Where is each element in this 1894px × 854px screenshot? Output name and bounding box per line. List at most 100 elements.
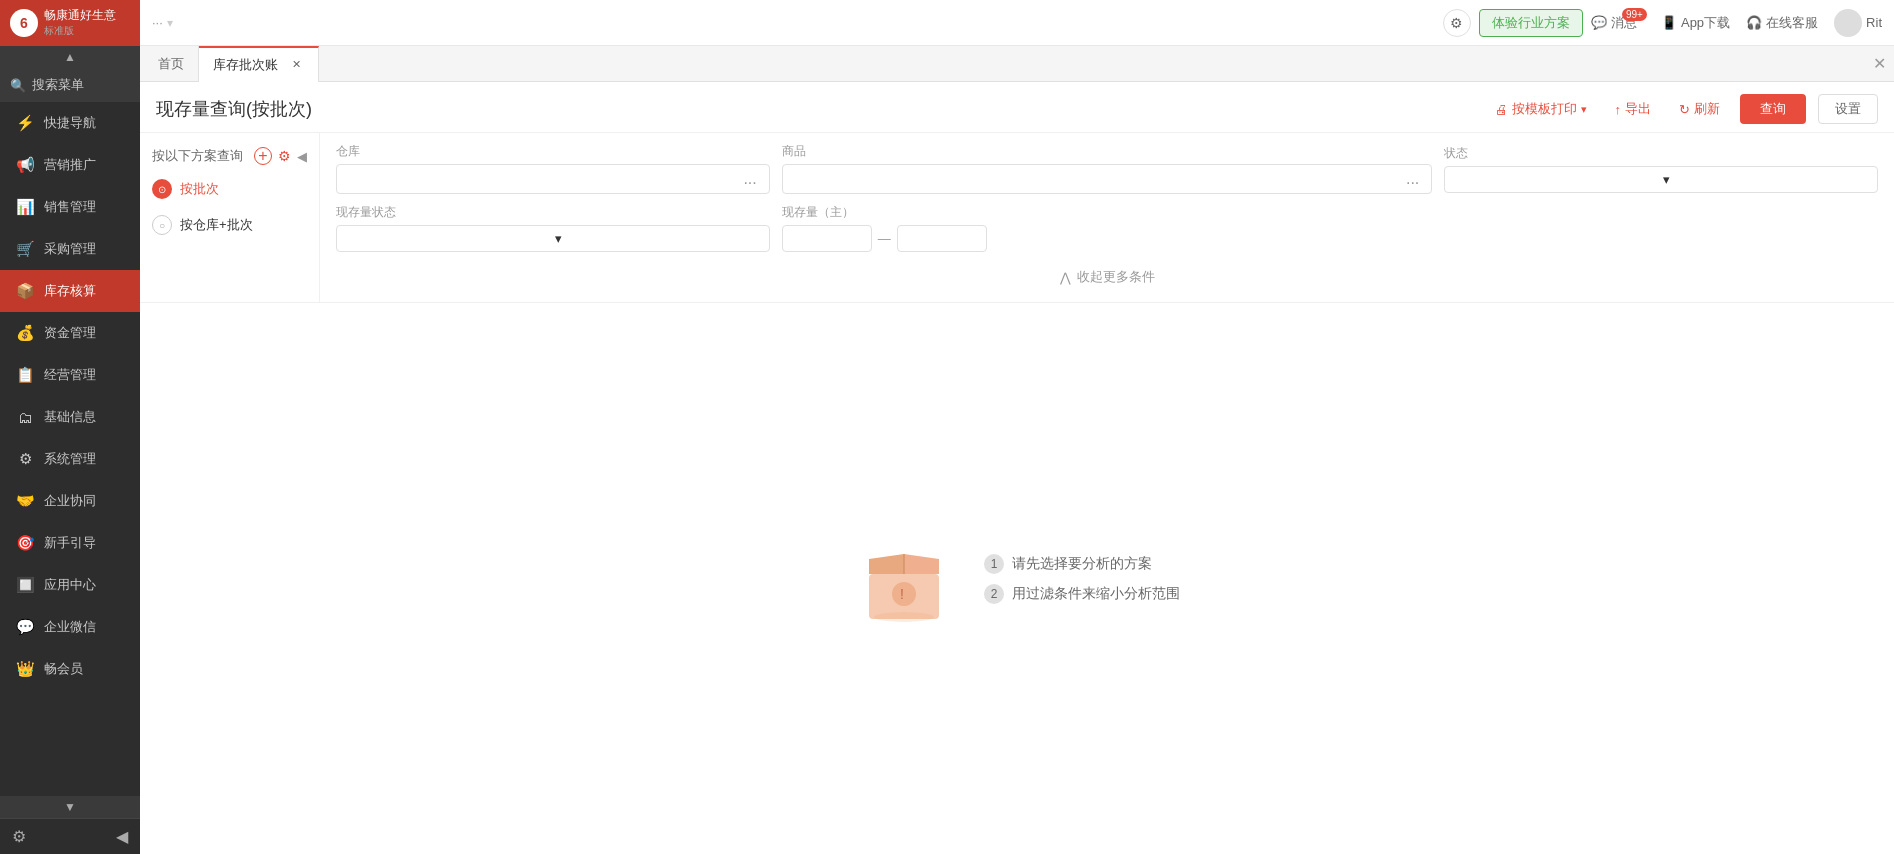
warehouse-input[interactable] [345,172,735,187]
quantity-from-input[interactable] [782,225,872,252]
sidebar-item-guide[interactable]: 🎯 新手引导 [0,522,140,564]
svg-point-6 [874,612,934,622]
purchase-icon: 🛒 [16,240,34,258]
sidebar-item-finance[interactable]: 💰 资金管理 [0,312,140,354]
scheme-by-warehouse-batch[interactable]: ○ 按仓库+批次 [140,207,319,243]
headset-icon: 🎧 [1746,15,1762,30]
quantity-to-input[interactable] [897,225,987,252]
filter-sidebar-header: 按以下方案查询 + ⚙ ◀ [140,141,319,171]
refresh-label: 刷新 [1694,100,1720,118]
collapse-filters-button[interactable]: ⋀ 收起更多条件 [336,262,1878,292]
inventory-status-field: 现存量状态 ▾ [336,204,770,252]
quick-nav-icon: ⚡ [16,114,34,132]
apps-icon: 🔲 [16,576,34,594]
print-button[interactable]: 🖨 按模板打印 ▾ [1487,96,1595,122]
wechat-icon: 💬 [16,618,34,636]
breadcrumb-text: ··· [152,15,163,30]
status-chevron-icon: ▾ [1663,172,1869,187]
warehouse-dots[interactable]: ... [739,170,760,188]
scheme-active-icon: ⊙ [152,179,172,199]
sidebar-header: 6 畅康通好生意 标准版 [0,0,140,46]
query-button[interactable]: 查询 [1740,94,1806,124]
sidebar-item-label: 营销推广 [44,156,96,174]
sidebar-item-label: 快捷导航 [44,114,96,132]
filter-container: 按以下方案查询 + ⚙ ◀ ⊙ 按批次 [140,133,1894,303]
breadcrumb-arrow: ▾ [167,16,173,30]
tabs-close-panel: ✕ [1873,54,1894,73]
app-subtitle: 标准版 [44,24,116,38]
quantity-main-label: 现存量（主） [782,204,1433,221]
filter-row-1: 仓库 ... 商品 ... [336,143,1878,194]
refresh-icon: ↻ [1679,102,1690,117]
page-panel: 现存量查询(按批次) 🖨 按模板打印 ▾ ↑ 导出 ↻ 刷新 [140,82,1894,854]
inventory-status-select[interactable]: ▾ [336,225,770,252]
empty-hint-1: 1 请先选择要分析的方案 [984,554,1180,574]
sidebar-footer: ⚙ ◀ [0,818,140,854]
print-label: 按模板打印 [1512,100,1577,118]
sidebar-item-marketing[interactable]: 📢 营销推广 [0,144,140,186]
export-button[interactable]: ↑ 导出 [1607,96,1660,122]
sidebar-item-inventory[interactable]: 📦 库存核算 [0,270,140,312]
print-dropdown-icon[interactable]: ▾ [1581,103,1587,116]
sidebar-scroll-up[interactable]: ▲ [0,46,140,68]
collapse-sidebar-icon[interactable]: ◀ [116,827,128,846]
sidebar-item-operations[interactable]: 📋 经营管理 [0,354,140,396]
status-label: 状态 [1444,145,1878,162]
topbar: ··· ▾ ⚙ 体验行业方案 💬 消息 99+ 📱 App下载 🎧 在线客服 [140,0,1894,46]
product-input[interactable] [791,172,1398,187]
empty-hint-2-text: 用过滤条件来缩小分析范围 [1012,585,1180,603]
tab-inventory-batch-label: 库存批次账 [213,56,278,74]
settings-button[interactable]: 设置 [1818,94,1878,124]
sidebar-item-quick-nav[interactable]: ⚡ 快捷导航 [0,102,140,144]
guide-icon: 🎯 [16,534,34,552]
tab-close-button[interactable]: ✕ [288,57,304,73]
product-input-wrap[interactable]: ... [782,164,1433,194]
scheme-by-warehouse-batch-label: 按仓库+批次 [180,216,253,234]
sidebar-item-purchase[interactable]: 🛒 采购管理 [0,228,140,270]
online-service-button[interactable]: 🎧 在线客服 [1746,14,1818,32]
messages-button[interactable]: 💬 消息 99+ [1591,14,1637,32]
trial-button[interactable]: 体验行业方案 [1479,9,1583,37]
product-dots[interactable]: ... [1402,170,1423,188]
sidebar: 6 畅康通好生意 标准版 ▲ 🔍 搜索菜单 ⚡ 快捷导航 📢 营销推广 📊 销售… [0,0,140,854]
scheme-title: 按以下方案查询 [152,147,243,165]
sidebar-item-basics[interactable]: 🗂 基础信息 [0,396,140,438]
refresh-button[interactable]: ↻ 刷新 [1671,96,1728,122]
tab-inventory-batch[interactable]: 库存批次账 ✕ [199,46,319,82]
sidebar-item-label: 基础信息 [44,408,96,426]
sidebar-item-label: 库存核算 [44,282,96,300]
add-scheme-icon[interactable]: + [254,147,272,165]
tab-home[interactable]: 首页 [144,46,199,82]
scheme-collapse-icon[interactable]: ◀ [297,149,307,164]
sidebar-scroll-down[interactable]: ▼ [0,796,140,818]
topbar-gear-button[interactable]: ⚙ [1443,9,1471,37]
collapse-up-icon: ⋀ [1060,270,1071,285]
sidebar-item-wechat[interactable]: 💬 企业微信 [0,606,140,648]
sidebar-item-enterprise[interactable]: 🤝 企业协同 [0,480,140,522]
scheme-by-batch[interactable]: ⊙ 按批次 [140,171,319,207]
status-select[interactable]: ▾ [1444,166,1878,193]
empty-num-2: 2 [984,584,1004,604]
scheme-settings-icon[interactable]: ⚙ [278,148,291,164]
export-icon: ↑ [1615,102,1622,117]
content-area: 现存量查询(按批次) 🖨 按模板打印 ▾ ↑ 导出 ↻ 刷新 [140,82,1894,854]
user-profile[interactable]: Rit [1834,9,1882,37]
quantity-dash: — [878,231,891,246]
member-icon: 👑 [16,660,34,678]
sidebar-item-system[interactable]: ⚙ 系统管理 [0,438,140,480]
product-field: 商品 ... [782,143,1433,194]
sidebar-item-sales[interactable]: 📊 销售管理 [0,186,140,228]
sidebar-item-label: 新手引导 [44,534,96,552]
sidebar-item-apps[interactable]: 🔲 应用中心 [0,564,140,606]
warehouse-input-wrap[interactable]: ... [336,164,770,194]
user-name: Rit [1866,15,1882,30]
collapse-label: 收起更多条件 [1077,268,1155,286]
close-all-icon[interactable]: ✕ [1873,54,1886,73]
svg-marker-2 [904,554,939,574]
phone-icon: 📱 [1661,15,1677,30]
breadcrumb: ··· ▾ [152,15,1435,30]
sidebar-item-member[interactable]: 👑 畅会员 [0,648,140,690]
settings-footer-icon[interactable]: ⚙ [12,827,26,846]
search-menu[interactable]: 🔍 搜索菜单 [0,68,140,102]
app-download-button[interactable]: 📱 App下载 [1661,14,1730,32]
